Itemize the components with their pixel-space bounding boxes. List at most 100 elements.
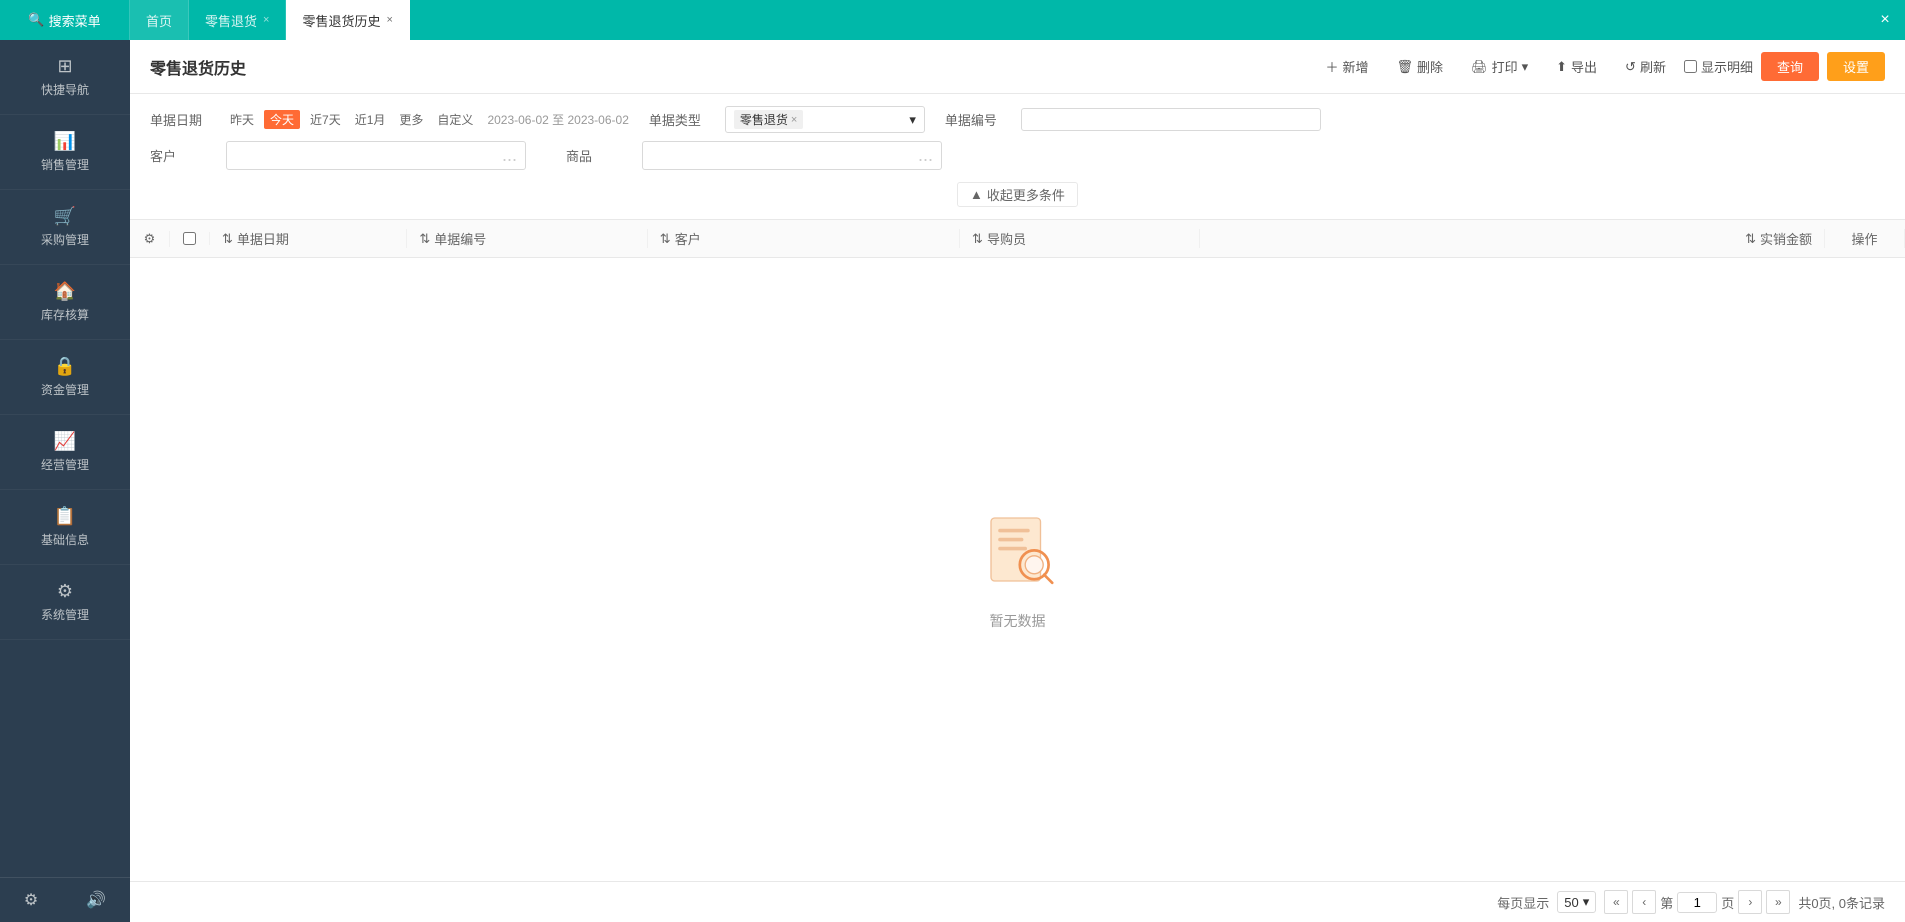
sort-amount-icon: ⇅: [1745, 231, 1756, 247]
search-menu-label: 搜索菜单: [49, 11, 101, 30]
purchase-mgmt-icon: 🛒: [54, 206, 76, 227]
th-num-label: 单据编号: [434, 229, 486, 248]
refresh-btn[interactable]: ↺ 刷新: [1615, 53, 1676, 80]
page-header: 零售退货历史 ＋ 新增 🗑 删除 🖨 打印 ▾ ⬆ 导出: [130, 40, 1905, 94]
type-tag: 零售退货 ×: [734, 110, 803, 129]
tab-retail-return[interactable]: 零售退货 ×: [189, 0, 286, 40]
export-btn[interactable]: ⬆ 导出: [1546, 53, 1607, 80]
page-size-value: 50: [1564, 895, 1578, 910]
customer-filter-label: 客户: [150, 146, 206, 165]
inventory-icon: 🏠: [54, 281, 76, 302]
empty-state-svg: [973, 509, 1063, 599]
export-label: 导出: [1571, 57, 1597, 76]
goods-filter-input[interactable]: ...: [642, 141, 942, 170]
add-btn[interactable]: ＋ 新增: [1315, 53, 1378, 80]
sidebar-item-inventory-label: 库存核算: [41, 306, 89, 323]
page-prev-btn[interactable]: ‹: [1632, 890, 1656, 914]
sys-mgmt-icon: ⚙: [57, 581, 73, 602]
page-size-dropdown-icon: ▾: [1583, 894, 1590, 910]
sidebar-item-basic-info[interactable]: 📋 基础信息: [0, 490, 130, 565]
show-detail-checkbox[interactable]: [1684, 60, 1697, 73]
refresh-icon: ↺: [1625, 59, 1636, 75]
ops-mgmt-icon: 📈: [54, 431, 76, 452]
th-guide[interactable]: ⇅ 导购员: [960, 229, 1200, 248]
page-number-input[interactable]: [1677, 892, 1717, 913]
sidebar-item-finance-mgmt[interactable]: 🔒 资金管理: [0, 340, 130, 415]
finance-mgmt-icon: 🔒: [54, 356, 76, 377]
query-btn[interactable]: 查询: [1761, 52, 1819, 81]
date-filter-buttons: 昨天 今天 近7天 近1月 更多 自定义 2023-06-02 至 2023-0…: [226, 110, 629, 129]
date-btn-today[interactable]: 今天: [264, 110, 300, 129]
sidebar-item-ops-mgmt[interactable]: 📈 经营管理: [0, 415, 130, 490]
empty-state: 暂无数据: [130, 258, 1905, 881]
collapse-label: 收起更多条件: [987, 185, 1065, 204]
sidebar-item-inventory[interactable]: 🏠 库存核算: [0, 265, 130, 340]
sidebar-item-sys-mgmt[interactable]: ⚙ 系统管理: [0, 565, 130, 640]
sidebar-item-ops-mgmt-label: 经营管理: [41, 456, 89, 473]
tab-retail-return-close[interactable]: ×: [263, 14, 269, 26]
show-detail-checkbox-label[interactable]: 显示明细: [1684, 57, 1753, 76]
th-date-label: 单据日期: [237, 229, 289, 248]
sidebar-item-quick-nav-label: 快捷导航: [41, 81, 89, 98]
top-bar: 🔍 搜索菜单 首页 零售退货 × 零售退货历史 × ×: [0, 0, 1905, 40]
customer-filter-input[interactable]: ...: [226, 141, 526, 170]
export-icon: ⬆: [1556, 59, 1567, 75]
date-btn-7days[interactable]: 近7天: [306, 110, 345, 129]
delete-btn[interactable]: 🗑 删除: [1387, 53, 1454, 80]
page-size-select[interactable]: 50 ▾: [1557, 891, 1596, 913]
empty-text: 暂无数据: [990, 611, 1046, 631]
search-menu-area[interactable]: 🔍 搜索菜单: [0, 0, 130, 40]
page-next-btn[interactable]: ›: [1738, 890, 1762, 914]
page-title: 零售退货历史: [150, 55, 246, 79]
date-btn-custom[interactable]: 自定义: [433, 110, 477, 129]
sort-num-icon: ⇅: [419, 231, 430, 247]
tab-retail-return-history[interactable]: 零售退货历史 ×: [286, 0, 409, 40]
date-btn-more[interactable]: 更多: [395, 110, 427, 129]
goods-dots: ...: [918, 145, 933, 166]
page-last-btn[interactable]: »: [1766, 890, 1790, 914]
window-close-btn[interactable]: ×: [1865, 0, 1905, 40]
th-date[interactable]: ⇅ 单据日期: [210, 229, 407, 248]
tab-retail-return-label: 零售退货: [205, 11, 257, 30]
type-dropdown-icon: ▾: [909, 112, 916, 128]
tab-retail-return-history-close[interactable]: ×: [386, 14, 392, 26]
collapse-btn[interactable]: ▲ 收起更多条件: [957, 182, 1078, 207]
sidebar-item-quick-nav[interactable]: ⊞ 快捷导航: [0, 40, 130, 115]
date-btn-1month[interactable]: 近1月: [351, 110, 390, 129]
sidebar-item-finance-mgmt-label: 资金管理: [41, 381, 89, 398]
sidebar-item-sys-mgmt-label: 系统管理: [41, 606, 89, 623]
print-btn[interactable]: 🖨 打印 ▾: [1461, 53, 1538, 80]
th-num[interactable]: ⇅ 单据编号: [407, 229, 647, 248]
select-all-checkbox[interactable]: [183, 232, 196, 245]
th-settings[interactable]: ⚙: [130, 231, 170, 247]
type-tag-text: 零售退货: [740, 111, 788, 128]
main-layout: ⊞ 快捷导航 📊 销售管理 🛒 采购管理 🏠 库存核算 🔒 资金管理 📈 经营管…: [0, 40, 1905, 922]
content-area: 零售退货历史 ＋ 新增 🗑 删除 🖨 打印 ▾ ⬆ 导出: [130, 40, 1905, 922]
filter-area: 单据日期 昨天 今天 近7天 近1月 更多 自定义 2023-06-02 至 2…: [130, 94, 1905, 220]
pagination: 每页显示 50 ▾ « ‹ 第 页 › » 共0页, 0条记录: [130, 881, 1905, 922]
tab-home[interactable]: 首页: [130, 0, 189, 40]
filter-row-2: 客户 ... 商品 ...: [150, 141, 1885, 170]
search-menu-btn[interactable]: 🔍 搜索菜单: [16, 11, 112, 30]
page-total: 共0页, 0条记录: [1798, 893, 1885, 912]
tabs-area: 首页 零售退货 × 零售退货历史 ×: [130, 0, 1865, 40]
order-no-input[interactable]: [1021, 108, 1321, 131]
th-customer[interactable]: ⇅ 客户: [648, 229, 960, 248]
th-amount[interactable]: ⇅ 实销金额: [1656, 229, 1825, 248]
th-customer-label: 客户: [675, 229, 701, 248]
filter-row-1: 单据日期 昨天 今天 近7天 近1月 更多 自定义 2023-06-02 至 2…: [150, 106, 1885, 133]
page-unit: 页: [1721, 893, 1734, 912]
date-btn-yesterday[interactable]: 昨天: [226, 110, 258, 129]
sidebar-settings-btn[interactable]: ⚙: [24, 890, 38, 910]
add-label: 新增: [1343, 57, 1369, 76]
sidebar-sound-btn[interactable]: 🔊: [86, 890, 106, 910]
type-tag-close[interactable]: ×: [791, 114, 797, 126]
sidebar-item-sales-mgmt[interactable]: 📊 销售管理: [0, 115, 130, 190]
print-icon: 🖨: [1471, 59, 1488, 75]
sidebar-item-purchase-mgmt[interactable]: 🛒 采购管理: [0, 190, 130, 265]
set-btn[interactable]: 设置: [1827, 52, 1885, 81]
th-checkbox[interactable]: [170, 232, 210, 245]
delete-label: 删除: [1417, 57, 1443, 76]
type-filter-select[interactable]: 零售退货 × ▾: [725, 106, 925, 133]
page-first-btn[interactable]: «: [1604, 890, 1628, 914]
